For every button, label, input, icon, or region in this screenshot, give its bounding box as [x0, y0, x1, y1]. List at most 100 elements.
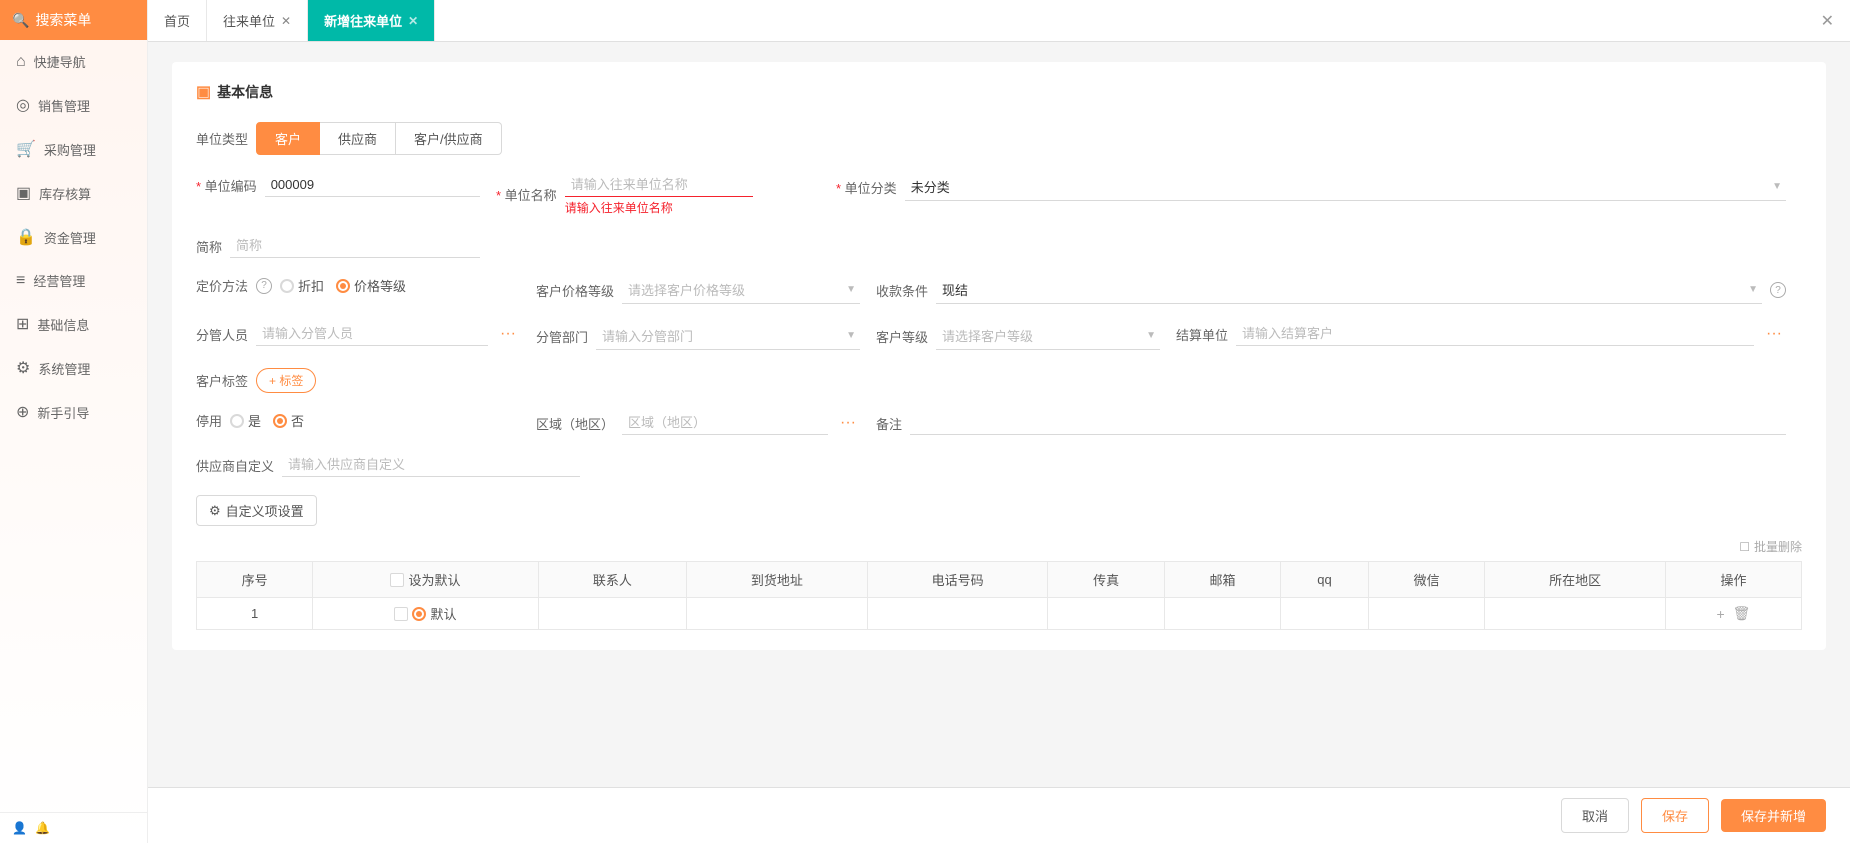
- col-action: 操作: [1665, 562, 1801, 598]
- tab-home-label: 首页: [164, 11, 190, 30]
- row-action-buttons: + 🗑: [1676, 605, 1791, 622]
- content-area: ▣ 基本信息 单位类型 客户 供应商 客户/供应商 单位编码: [148, 42, 1850, 787]
- type-btn-both[interactable]: 客户/供应商: [396, 122, 502, 155]
- add-tag-button[interactable]: + 标签: [256, 368, 316, 393]
- cell-default: 默认: [313, 598, 538, 630]
- manager-input[interactable]: [256, 322, 488, 346]
- supplier-custom-row: 供应商自定义: [196, 453, 1802, 477]
- sidebar-item-sales[interactable]: ◎ 销售管理: [0, 83, 147, 127]
- disabled-row: 停用 是 否 区域（地区） ···: [196, 411, 1802, 435]
- unit-category-select[interactable]: 未分类 ▼: [905, 173, 1786, 201]
- tab-partners[interactable]: 往来单位 ✕: [207, 0, 308, 41]
- customer-price-level-placeholder: 请选择客户价格等级: [622, 276, 846, 303]
- payment-condition-group: 收款条件 现结 ▼ ?: [876, 276, 1802, 304]
- unit-code-input[interactable]: [265, 173, 480, 197]
- main-close-button[interactable]: ✕: [1805, 11, 1850, 31]
- radio-no[interactable]: 否: [273, 411, 304, 430]
- sidebar-item-basic-info[interactable]: ⊞ 基础信息: [0, 302, 147, 346]
- search-menu-button[interactable]: 🔍 搜索菜单: [0, 0, 147, 40]
- sidebar-item-operations[interactable]: ≡ 经营管理: [0, 259, 147, 302]
- custom-settings-button[interactable]: ⚙ 自定义项设置: [196, 495, 317, 526]
- sidebar-label-quick-nav: 快捷导航: [34, 52, 86, 71]
- settlement-more-icon[interactable]: ···: [1762, 325, 1786, 343]
- sales-icon: ◎: [16, 95, 30, 115]
- customer-level-label: 客户等级: [876, 327, 928, 346]
- tab-partners-close[interactable]: ✕: [281, 14, 291, 28]
- sidebar-label-guide: 新手引导: [37, 403, 89, 422]
- region-more-icon[interactable]: ···: [836, 414, 860, 432]
- payment-condition-select[interactable]: 现结 ▼: [936, 276, 1762, 304]
- radio-yes[interactable]: 是: [230, 411, 261, 430]
- remark-input[interactable]: [910, 411, 1786, 435]
- short-name-input[interactable]: [230, 234, 480, 258]
- department-select[interactable]: 请输入分管部门 ▼: [596, 322, 860, 350]
- operations-icon: ≡: [16, 272, 25, 290]
- main-area: 首页 往来单位 ✕ 新增往来单位 ✕ ✕ ▣ 基本信息 单位类型 客户: [148, 0, 1850, 843]
- manager-row: 分管人员 ··· 分管部门 请输入分管部门 ▼ 客户等级 请选择客户等级 ▼: [196, 322, 1802, 350]
- guide-icon: ⊕: [16, 402, 29, 422]
- supplier-custom-input[interactable]: [282, 453, 580, 477]
- sidebar-label-basic-info: 基础信息: [37, 315, 89, 334]
- add-row-button[interactable]: +: [1716, 606, 1724, 622]
- save-button[interactable]: 保存: [1641, 798, 1709, 833]
- user-avatar: 👤: [12, 821, 27, 835]
- radio-yes-circle: [230, 414, 244, 428]
- chevron-down-icon-5: ▼: [1146, 330, 1160, 341]
- save-new-button[interactable]: 保存并新增: [1721, 799, 1826, 832]
- unit-name-input[interactable]: [565, 173, 753, 197]
- customer-level-placeholder: 请选择客户等级: [936, 322, 1146, 349]
- short-name-label: 简称: [196, 237, 222, 256]
- section-icon: ▣: [196, 82, 211, 102]
- customer-level-select[interactable]: 请选择客户等级 ▼: [936, 322, 1160, 350]
- customer-price-level-select[interactable]: 请选择客户价格等级 ▼: [622, 276, 860, 304]
- pricing-method-group: 定价方法 ? 折扣 价格等级: [196, 276, 536, 295]
- radio-discount[interactable]: 折扣: [280, 276, 324, 295]
- radio-price-level[interactable]: 价格等级: [336, 276, 406, 295]
- batch-delete-area: ☐ 批量删除: [196, 538, 1802, 555]
- sidebar-item-inventory[interactable]: ▣ 库存核算: [0, 171, 147, 215]
- type-btn-customer[interactable]: 客户: [256, 122, 320, 155]
- sidebar-item-guide[interactable]: ⊕ 新手引导: [0, 390, 147, 434]
- row-checkbox[interactable]: [394, 607, 408, 621]
- row-default-label: 默认: [430, 604, 456, 623]
- manager-more-icon[interactable]: ···: [496, 325, 520, 343]
- sidebar-item-finance[interactable]: 🔒 资金管理: [0, 215, 147, 259]
- pricing-help-icon[interactable]: ?: [256, 278, 272, 294]
- delete-row-button[interactable]: 🗑: [1733, 605, 1751, 622]
- short-name-row: 简称: [196, 234, 1802, 258]
- tab-new-partner[interactable]: 新增往来单位 ✕: [308, 0, 435, 41]
- gear-icon: ⚙: [209, 503, 221, 519]
- batch-delete-icon: ☐: [1739, 540, 1750, 554]
- cell-wechat: [1368, 598, 1484, 630]
- search-menu-label: 搜索菜单: [35, 10, 91, 30]
- section-title-text: 基本信息: [217, 82, 273, 102]
- tab-new-partner-close[interactable]: ✕: [408, 14, 418, 28]
- sidebar-item-quick-nav[interactable]: ⌂ 快捷导航: [0, 40, 147, 83]
- cell-phone: [867, 598, 1048, 630]
- chevron-down-icon-4: ▼: [846, 330, 860, 341]
- type-btn-supplier[interactable]: 供应商: [320, 122, 396, 155]
- system-icon: ⚙: [16, 358, 30, 378]
- payment-help-icon[interactable]: ?: [1770, 282, 1786, 298]
- col-address: 到货地址: [687, 562, 868, 598]
- cancel-button[interactable]: 取消: [1561, 798, 1629, 833]
- tab-partners-label: 往来单位: [223, 11, 275, 30]
- sidebar-item-purchase[interactable]: 🛒 采购管理: [0, 127, 147, 171]
- select-all-checkbox[interactable]: [390, 573, 404, 587]
- row-default-radio[interactable]: 默认: [412, 604, 456, 623]
- sidebar-item-system[interactable]: ⚙ 系统管理: [0, 346, 147, 390]
- settlement-unit-input[interactable]: [1236, 322, 1754, 346]
- pricing-radio-group: 折扣 价格等级: [280, 276, 406, 295]
- unit-name-label: 单位名称: [496, 185, 557, 204]
- sidebar-label-purchase: 采购管理: [44, 140, 96, 159]
- customer-level-group: 客户等级 请选择客户等级 ▼: [876, 322, 1176, 350]
- unit-category-label: 单位分类: [836, 178, 897, 197]
- batch-delete-label[interactable]: 批量删除: [1754, 538, 1802, 555]
- region-input[interactable]: [622, 411, 828, 435]
- custom-settings-label: 自定义项设置: [226, 501, 304, 520]
- sidebar-label-sales: 销售管理: [38, 96, 90, 115]
- settlement-unit-group: 结算单位 ···: [1176, 322, 1802, 346]
- col-email: 邮箱: [1164, 562, 1280, 598]
- section-title: ▣ 基本信息: [196, 82, 1802, 102]
- tab-home[interactable]: 首页: [148, 0, 207, 41]
